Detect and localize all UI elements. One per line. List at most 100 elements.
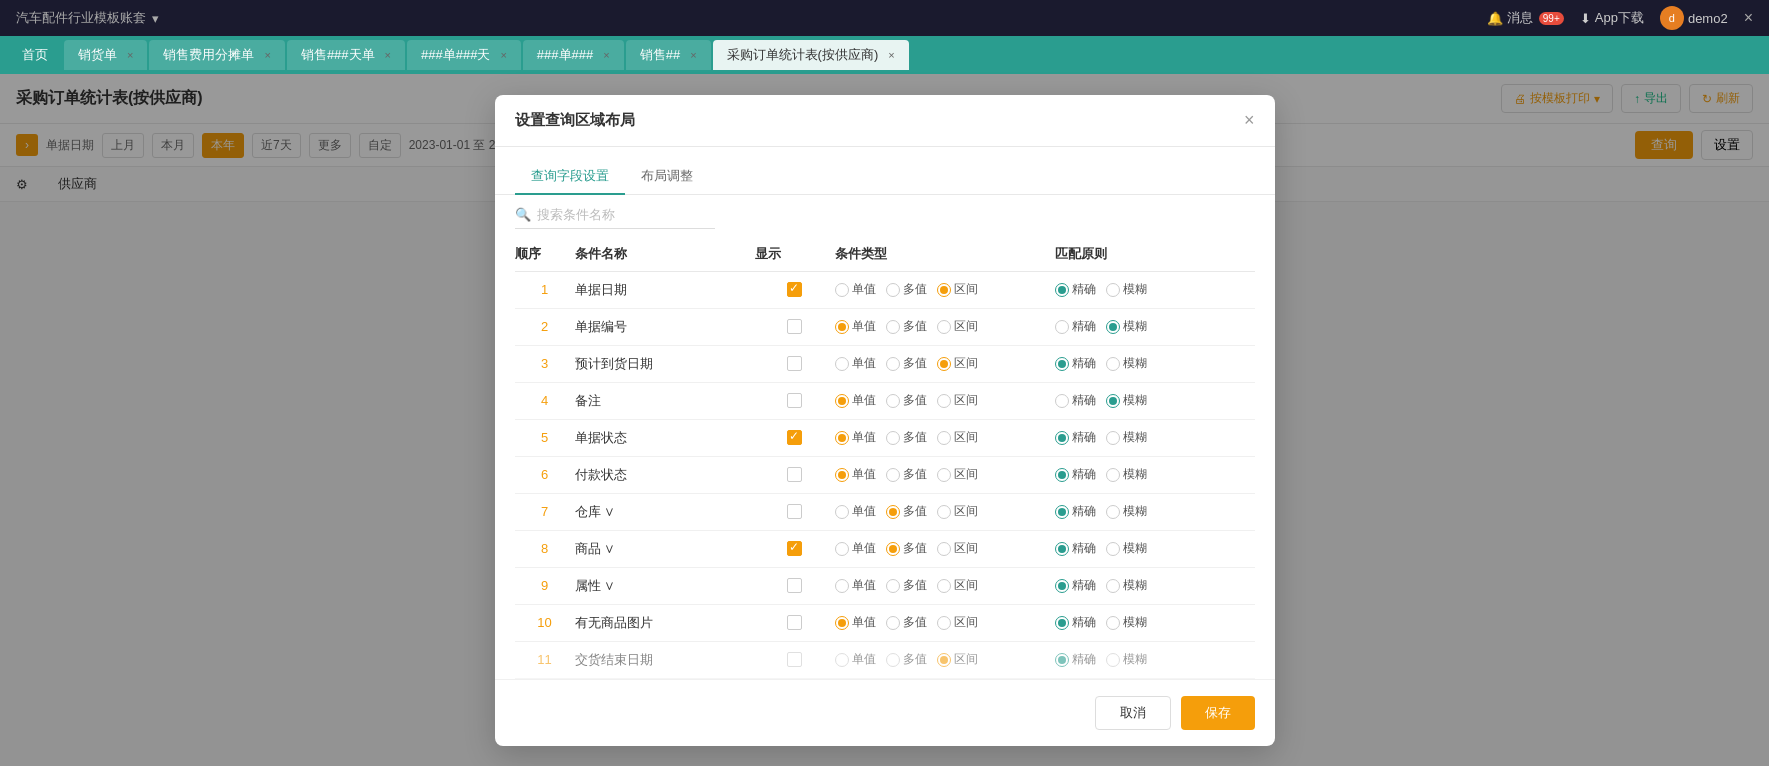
match-fuzzy-radio[interactable] xyxy=(1106,468,1120,482)
type-multi-radio[interactable] xyxy=(886,431,900,445)
match-fuzzy-radio[interactable] xyxy=(1106,653,1120,667)
dialog-close-button[interactable]: × xyxy=(1244,111,1255,129)
type-multi-label[interactable]: 多值 xyxy=(886,281,927,298)
dropdown-icon: ▾ xyxy=(152,11,159,26)
type-single-radio[interactable] xyxy=(835,616,849,630)
type-range-radio[interactable] xyxy=(937,283,951,297)
match-exact-radio[interactable] xyxy=(1055,579,1069,593)
user-menu[interactable]: d demo2 xyxy=(1660,6,1728,30)
display-checkbox[interactable] xyxy=(787,578,802,593)
tab-6[interactable]: 销售## × xyxy=(626,40,711,70)
tab-sales-expense-close[interactable]: × xyxy=(264,49,270,61)
type-single-radio[interactable] xyxy=(835,283,849,297)
tab-6-close[interactable]: × xyxy=(690,49,696,61)
type-range-radio[interactable] xyxy=(937,431,951,445)
type-multi-radio[interactable] xyxy=(886,283,900,297)
tab-sales-order[interactable]: 销货单 × xyxy=(64,40,147,70)
display-checkbox[interactable] xyxy=(787,430,802,445)
type-range-label[interactable]: 区间 xyxy=(937,281,978,298)
type-single-radio[interactable] xyxy=(835,357,849,371)
display-checkbox[interactable] xyxy=(787,541,802,556)
tab-query-fields[interactable]: 查询字段设置 xyxy=(515,159,625,195)
tab-sales-order-close[interactable]: × xyxy=(127,49,133,61)
tab-purchase-close[interactable]: × xyxy=(888,49,894,61)
notifications-btn[interactable]: 🔔 消息 99+ xyxy=(1487,9,1564,27)
tab-layout-adjust[interactable]: 布局调整 xyxy=(625,159,709,195)
app-download-btn[interactable]: ⬇ App下载 xyxy=(1580,9,1644,27)
display-checkbox[interactable] xyxy=(787,393,802,408)
type-single-radio[interactable] xyxy=(835,468,849,482)
tab-4-close[interactable]: × xyxy=(500,49,506,61)
match-exact-radio[interactable] xyxy=(1055,357,1069,371)
match-fuzzy-radio[interactable] xyxy=(1106,579,1120,593)
match-exact-radio[interactable] xyxy=(1055,468,1069,482)
type-single-radio[interactable] xyxy=(835,542,849,556)
match-exact-radio[interactable] xyxy=(1055,616,1069,630)
tab-3-close[interactable]: × xyxy=(385,49,391,61)
type-range-radio[interactable] xyxy=(937,616,951,630)
type-range-radio[interactable] xyxy=(937,357,951,371)
match-exact-radio[interactable] xyxy=(1055,653,1069,667)
display-checkbox[interactable] xyxy=(787,282,802,297)
match-exact-label[interactable]: 精确 xyxy=(1055,281,1096,298)
type-multi-radio[interactable] xyxy=(886,394,900,408)
type-single-radio[interactable] xyxy=(835,394,849,408)
tab-5-close[interactable]: × xyxy=(603,49,609,61)
type-range-radio[interactable] xyxy=(937,542,951,556)
match-fuzzy-radio[interactable] xyxy=(1106,283,1120,297)
notification-badge: 99+ xyxy=(1539,12,1564,25)
display-checkbox[interactable] xyxy=(787,615,802,630)
type-single-radio[interactable] xyxy=(835,653,849,667)
display-checkbox[interactable] xyxy=(787,356,802,371)
match-fuzzy-radio[interactable] xyxy=(1106,542,1120,556)
type-single-radio[interactable] xyxy=(835,320,849,334)
cancel-button[interactable]: 取消 xyxy=(1095,696,1171,730)
display-checkbox[interactable] xyxy=(787,652,802,667)
match-fuzzy-radio[interactable] xyxy=(1106,394,1120,408)
type-range-radio[interactable] xyxy=(937,320,951,334)
match-exact-radio[interactable] xyxy=(1055,320,1069,334)
top-bar-close[interactable]: × xyxy=(1744,9,1753,27)
match-fuzzy-radio[interactable] xyxy=(1106,616,1120,630)
save-button[interactable]: 保存 xyxy=(1181,696,1255,730)
tab-purchase[interactable]: 采购订单统计表(按供应商) × xyxy=(713,40,909,70)
type-multi-radio[interactable] xyxy=(886,505,900,519)
tab-4[interactable]: ###单###天 × xyxy=(407,40,521,70)
match-fuzzy-radio[interactable] xyxy=(1106,505,1120,519)
type-range-radio[interactable] xyxy=(937,579,951,593)
match-exact-radio[interactable] xyxy=(1055,431,1069,445)
tab-sales-expense[interactable]: 销售费用分摊单 × xyxy=(149,40,284,70)
type-multi-radio[interactable] xyxy=(886,653,900,667)
type-single-radio[interactable] xyxy=(835,431,849,445)
match-exact-radio[interactable] xyxy=(1055,542,1069,556)
match-fuzzy-radio[interactable] xyxy=(1106,357,1120,371)
match-fuzzy-radio[interactable] xyxy=(1106,431,1120,445)
match-exact-radio[interactable] xyxy=(1055,283,1069,297)
tab-3[interactable]: 销售###天单 × xyxy=(287,40,405,70)
type-single-label[interactable]: 单值 xyxy=(835,281,876,298)
match-fuzzy-radio[interactable] xyxy=(1106,320,1120,334)
type-range-radio[interactable] xyxy=(937,653,951,667)
type-multi-radio[interactable] xyxy=(886,320,900,334)
display-checkbox[interactable] xyxy=(787,504,802,519)
type-single-radio[interactable] xyxy=(835,505,849,519)
tab-5[interactable]: ###单### × xyxy=(523,40,624,70)
row-match: 精确 模糊 xyxy=(1055,281,1255,298)
display-checkbox[interactable] xyxy=(787,467,802,482)
type-single-radio[interactable] xyxy=(835,579,849,593)
type-multi-radio[interactable] xyxy=(886,542,900,556)
type-range-radio[interactable] xyxy=(937,394,951,408)
type-range-radio[interactable] xyxy=(937,505,951,519)
match-exact-radio[interactable] xyxy=(1055,394,1069,408)
type-multi-radio[interactable] xyxy=(886,357,900,371)
match-fuzzy-label[interactable]: 模糊 xyxy=(1106,281,1147,298)
display-checkbox[interactable] xyxy=(787,319,802,334)
search-input[interactable] xyxy=(537,207,715,222)
type-multi-radio[interactable] xyxy=(886,579,900,593)
tab-home[interactable]: 首页 xyxy=(8,40,62,70)
type-multi-radio[interactable] xyxy=(886,616,900,630)
table-row: 4 备注 单值 多值 区间 精确 模糊 xyxy=(515,383,1255,420)
match-exact-radio[interactable] xyxy=(1055,505,1069,519)
type-range-radio[interactable] xyxy=(937,468,951,482)
type-multi-radio[interactable] xyxy=(886,468,900,482)
